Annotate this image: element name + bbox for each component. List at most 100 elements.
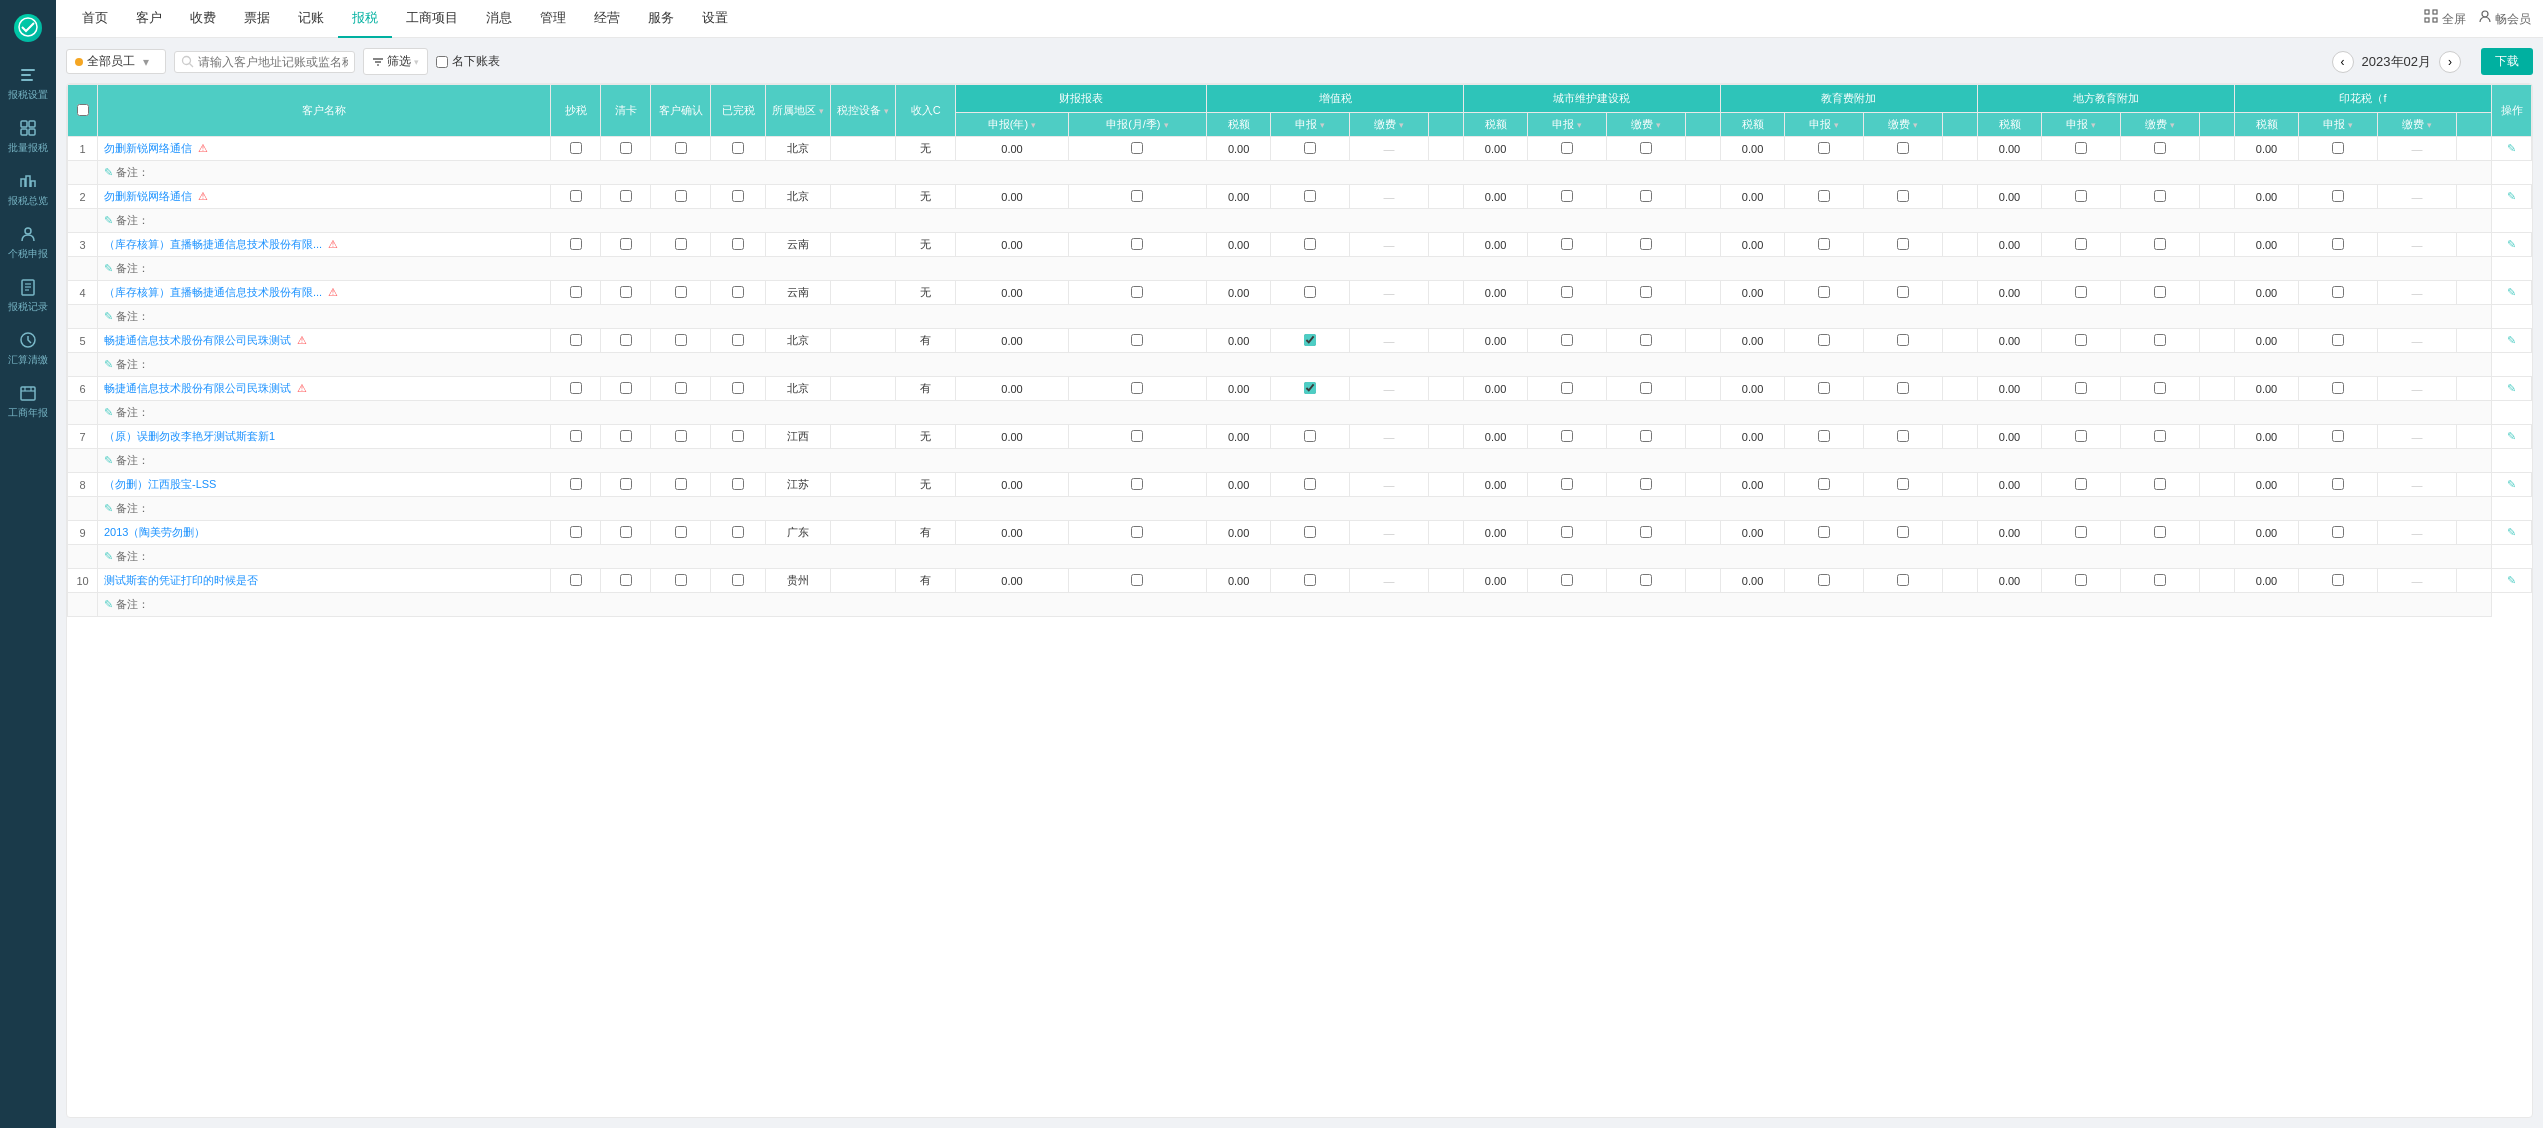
edu-declare-check[interactable]	[1785, 329, 1864, 353]
local-pay-check[interactable]	[2121, 569, 2200, 593]
edu-declare-check[interactable]	[1785, 569, 1864, 593]
client-confirm-cell[interactable]	[651, 425, 711, 449]
fullscreen-btn[interactable]: 全屏	[2424, 9, 2465, 28]
completed-checkbox[interactable]	[732, 190, 744, 202]
company-name[interactable]: 畅捷通信息技术股份有限公司民珠测试	[104, 334, 291, 346]
fin-year-checkbox[interactable]	[1131, 430, 1143, 442]
city-declare-checkbox[interactable]	[1561, 142, 1573, 154]
actions-cell[interactable]: ✎	[2492, 473, 2532, 497]
vat-declare-checkbox[interactable]	[1304, 238, 1316, 250]
local-pay-checkbox[interactable]	[2154, 382, 2166, 394]
stamp-declare-check[interactable]	[2299, 377, 2378, 401]
nav-item-首页[interactable]: 首页	[68, 0, 122, 38]
fin-year-checkbox[interactable]	[1131, 478, 1143, 490]
clear-card-cell[interactable]	[601, 521, 651, 545]
actions-cell[interactable]: ✎	[2492, 137, 2532, 161]
next-month-button[interactable]: ›	[2439, 51, 2461, 73]
actions-cell[interactable]: ✎	[2492, 377, 2532, 401]
company-name[interactable]: （库存核算）直播畅捷通信息技术股份有限...	[104, 286, 322, 298]
nav-item-消息[interactable]: 消息	[472, 0, 526, 38]
client-confirm-checkbox[interactable]	[675, 526, 687, 538]
company-name[interactable]: 2013（陶美劳勿删）	[104, 526, 205, 538]
nav-item-记账[interactable]: 记账	[284, 0, 338, 38]
city-pay-checkbox[interactable]	[1640, 382, 1652, 394]
copy-tax-cell[interactable]	[551, 137, 601, 161]
completed-cell[interactable]	[711, 233, 766, 257]
fin-year-check[interactable]	[1068, 473, 1206, 497]
company-name-cell[interactable]: 2013（陶美劳勿删）	[98, 521, 551, 545]
stamp-declare-check[interactable]	[2299, 185, 2378, 209]
local-declare-check[interactable]	[2042, 521, 2121, 545]
local-pay-check[interactable]	[2121, 137, 2200, 161]
remark-edit-icon[interactable]: ✎	[104, 262, 113, 274]
local-declare-check[interactable]	[2042, 281, 2121, 305]
vat-declare-checkbox[interactable]	[1304, 142, 1316, 154]
stamp-declare-check[interactable]	[2299, 425, 2378, 449]
completed-checkbox[interactable]	[732, 382, 744, 394]
client-confirm-cell[interactable]	[651, 137, 711, 161]
completed-checkbox[interactable]	[732, 574, 744, 586]
city-declare-checkbox[interactable]	[1561, 238, 1573, 250]
clear-card-checkbox[interactable]	[620, 526, 632, 538]
stamp-declare-checkbox[interactable]	[2332, 478, 2344, 490]
edu-pay-checkbox[interactable]	[1897, 526, 1909, 538]
edu-pay-check[interactable]	[1864, 137, 1943, 161]
vat-declare-checkbox[interactable]	[1304, 574, 1316, 586]
local-declare-checkbox[interactable]	[2075, 334, 2087, 346]
completed-cell[interactable]	[711, 521, 766, 545]
clear-card-cell[interactable]	[601, 329, 651, 353]
city-pay-check[interactable]	[1607, 281, 1686, 305]
edu-pay-checkbox[interactable]	[1897, 334, 1909, 346]
copy-tax-cell[interactable]	[551, 281, 601, 305]
download-button[interactable]: 下载	[2481, 48, 2533, 75]
city-pay-checkbox[interactable]	[1640, 142, 1652, 154]
company-name[interactable]: 畅捷通信息技术股份有限公司民珠测试	[104, 382, 291, 394]
city-pay-check[interactable]	[1607, 329, 1686, 353]
member-btn[interactable]: 畅会员	[2478, 9, 2531, 28]
fin-year-checkbox[interactable]	[1131, 382, 1143, 394]
clear-card-checkbox[interactable]	[620, 574, 632, 586]
local-declare-check[interactable]	[2042, 329, 2121, 353]
city-declare-checkbox[interactable]	[1561, 430, 1573, 442]
local-pay-checkbox[interactable]	[2154, 190, 2166, 202]
company-name-cell[interactable]: （库存核算）直播畅捷通信息技术股份有限... ⚠	[98, 281, 551, 305]
city-declare-checkbox[interactable]	[1561, 526, 1573, 538]
company-name-cell[interactable]: 勿删新锐网络通信 ⚠	[98, 185, 551, 209]
clear-card-cell[interactable]	[601, 233, 651, 257]
filter-button[interactable]: 筛选 ▾	[363, 48, 428, 75]
remark-edit-icon[interactable]: ✎	[104, 310, 113, 322]
local-declare-checkbox[interactable]	[2075, 478, 2087, 490]
vat-declare-check[interactable]	[1271, 473, 1350, 497]
edit-icon[interactable]: ✎	[2507, 286, 2516, 298]
local-pay-check[interactable]	[2121, 233, 2200, 257]
copy-tax-checkbox[interactable]	[570, 574, 582, 586]
vat-declare-checkbox[interactable]	[1304, 526, 1316, 538]
city-pay-check[interactable]	[1607, 377, 1686, 401]
local-declare-check[interactable]	[2042, 377, 2121, 401]
named-accounts-checkbox-label[interactable]: 名下账表	[436, 53, 500, 70]
clear-card-checkbox[interactable]	[620, 238, 632, 250]
edu-pay-check[interactable]	[1864, 473, 1943, 497]
edu-declare-checkbox[interactable]	[1818, 430, 1830, 442]
copy-tax-checkbox[interactable]	[570, 286, 582, 298]
edu-pay-check[interactable]	[1864, 281, 1943, 305]
vat-declare-checkbox[interactable]	[1304, 190, 1316, 202]
completed-checkbox[interactable]	[732, 286, 744, 298]
edit-icon[interactable]: ✎	[2507, 478, 2516, 490]
city-declare-check[interactable]	[1528, 521, 1607, 545]
stamp-declare-checkbox[interactable]	[2332, 430, 2344, 442]
city-pay-checkbox[interactable]	[1640, 286, 1652, 298]
clear-card-cell[interactable]	[601, 569, 651, 593]
stamp-declare-checkbox[interactable]	[2332, 142, 2344, 154]
local-pay-check[interactable]	[2121, 425, 2200, 449]
stamp-declare-checkbox[interactable]	[2332, 190, 2344, 202]
fin-year-checkbox[interactable]	[1131, 142, 1143, 154]
edu-declare-check[interactable]	[1785, 473, 1864, 497]
client-confirm-checkbox[interactable]	[675, 238, 687, 250]
copy-tax-cell[interactable]	[551, 185, 601, 209]
fin-year-checkbox[interactable]	[1131, 574, 1143, 586]
fin-year-check[interactable]	[1068, 521, 1206, 545]
copy-tax-cell[interactable]	[551, 233, 601, 257]
local-declare-checkbox[interactable]	[2075, 238, 2087, 250]
remark-edit-icon[interactable]: ✎	[104, 502, 113, 514]
